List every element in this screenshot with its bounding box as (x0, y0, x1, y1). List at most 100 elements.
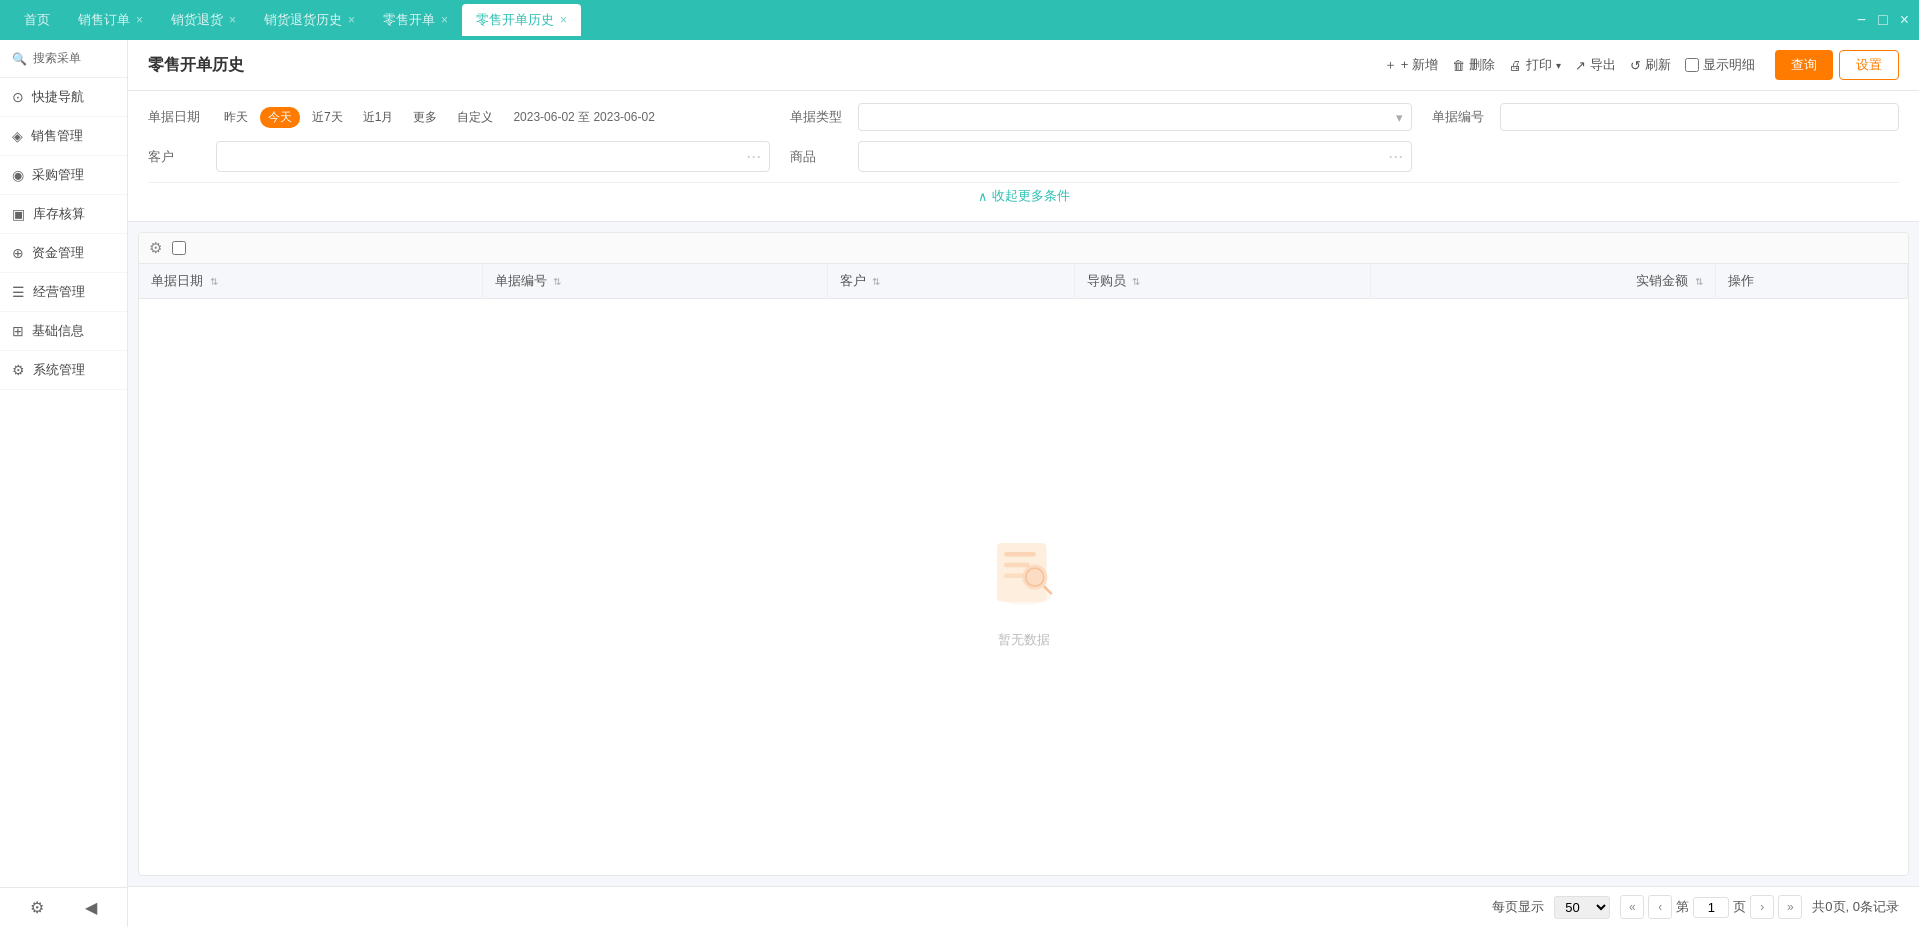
page-input[interactable]: 1 (1693, 897, 1729, 918)
date-opt-today[interactable]: 今天 (260, 107, 300, 128)
add-icon: ＋ (1384, 56, 1397, 74)
col-customer: 客户 ⇅ (827, 264, 1074, 299)
add-button[interactable]: ＋ + 新增 (1384, 56, 1438, 74)
sidebar-item-finance-label: 资金管理 (32, 244, 84, 262)
svg-rect-2 (1004, 552, 1035, 557)
inventory-icon: ▣ (12, 206, 25, 222)
tab-sales-return[interactable]: 销货退货 × (157, 4, 250, 36)
tab-sales-order-label: 销售订单 (78, 11, 130, 29)
window-max-btn[interactable]: □ (1878, 11, 1888, 29)
sidebar-settings-btn[interactable]: ⚙ (30, 898, 44, 917)
sidebar-item-operations[interactable]: ☰ 经营管理 (0, 273, 127, 312)
bill-type-filter-group: 单据类型 ▾ (790, 103, 1412, 131)
tab-retail-history-label: 零售开单历史 (476, 11, 554, 29)
sidebar-collapse-btn[interactable]: ◀ (85, 898, 97, 917)
tab-sales-return-history[interactable]: 销货退货历史 × (250, 4, 369, 36)
export-icon: ↗ (1575, 58, 1586, 73)
sidebar-item-finance[interactable]: ⊕ 资金管理 (0, 234, 127, 273)
tab-retail-history[interactable]: 零售开单历史 × (462, 4, 581, 36)
purchase-mgmt-icon: ◉ (12, 167, 24, 183)
first-page-btn[interactable]: « (1620, 895, 1644, 919)
tab-retail-open-label: 零售开单 (383, 11, 435, 29)
sidebar-item-purchase-mgmt[interactable]: ◉ 采购管理 (0, 156, 127, 195)
refresh-icon: ↺ (1630, 58, 1641, 73)
customer-select[interactable]: ··· (216, 141, 770, 172)
sidebar-search[interactable]: 🔍 搜索采单 (0, 40, 127, 78)
window-close-btn[interactable]: × (1900, 11, 1909, 29)
sidebar-item-inventory[interactable]: ▣ 库存核算 (0, 195, 127, 234)
date-range-display: 2023-06-02 至 2023-06-02 (513, 109, 654, 126)
select-all-checkbox[interactable] (172, 241, 186, 255)
col-amount: 实销金额 ⇅ (1370, 264, 1715, 299)
data-table: 单据日期 ⇅ 单据编号 ⇅ 客户 ⇅ 导购员 ⇅ (139, 264, 1908, 299)
sidebar: 🔍 搜索采单 ⊙ 快捷导航 ◈ 销售管理 ◉ 采购管理 ▣ 库存核算 ⊕ 资金管… (0, 40, 128, 927)
sidebar-item-system-mgmt-label: 系统管理 (33, 361, 85, 379)
date-opt-yesterday[interactable]: 昨天 (216, 107, 256, 128)
tab-retail-history-close[interactable]: × (560, 13, 567, 27)
export-button[interactable]: ↗ 导出 (1575, 56, 1616, 74)
empty-state: 暂无数据 (139, 299, 1908, 875)
query-actions: 查询 设置 (1775, 50, 1899, 80)
page-actions: ＋ + 新增 🗑 删除 🖨 打印 ▾ ↗ 导出 (1384, 56, 1755, 74)
show-detail-label: 显示明细 (1703, 56, 1755, 74)
collapse-toggle[interactable]: ∧ 收起更多条件 (148, 182, 1899, 209)
basic-info-icon: ⊞ (12, 323, 24, 339)
date-opt-7days[interactable]: 近7天 (304, 107, 351, 128)
customer-filter-group: 客户 ··· (148, 141, 770, 172)
sidebar-item-basic-info[interactable]: ⊞ 基础信息 (0, 312, 127, 351)
sidebar-item-basic-info-label: 基础信息 (32, 322, 84, 340)
date-opt-more[interactable]: 更多 (405, 107, 445, 128)
delete-icon: 🗑 (1452, 58, 1465, 73)
filter-panel: 单据日期 昨天 今天 近7天 近1月 更多 自定义 2023-06-02 至 2… (128, 91, 1919, 222)
content-area: 零售开单历史 ＋ + 新增 🗑 删除 🖨 打印 ▾ (128, 40, 1919, 927)
refresh-label: 刷新 (1645, 56, 1671, 74)
tab-sales-order[interactable]: 销售订单 × (64, 4, 157, 36)
tab-home-label: 首页 (24, 11, 50, 29)
show-detail-checkbox[interactable] (1685, 58, 1699, 72)
col-number-label: 单据编号 (495, 273, 547, 288)
bill-type-label: 单据类型 (790, 108, 850, 126)
delete-button[interactable]: 🗑 删除 (1452, 56, 1495, 74)
tab-sales-order-close[interactable]: × (136, 13, 143, 27)
export-label: 导出 (1590, 56, 1616, 74)
col-action: 操作 (1715, 264, 1907, 299)
goods-select[interactable]: ··· (858, 141, 1412, 172)
tab-home[interactable]: 首页 (10, 4, 64, 36)
refresh-button[interactable]: ↺ 刷新 (1630, 56, 1671, 74)
sidebar-item-sales-mgmt[interactable]: ◈ 销售管理 (0, 117, 127, 156)
sidebar-item-system-mgmt[interactable]: ⚙ 系统管理 (0, 351, 127, 390)
col-customer-sort-icon[interactable]: ⇅ (872, 276, 880, 287)
query-button[interactable]: 查询 (1775, 50, 1833, 80)
tab-sales-return-close[interactable]: × (229, 13, 236, 27)
bill-type-select[interactable]: ▾ (858, 103, 1412, 131)
col-number-sort-icon[interactable]: ⇅ (553, 276, 561, 287)
col-number: 单据编号 ⇅ (482, 264, 827, 299)
sales-mgmt-icon: ◈ (12, 128, 23, 144)
tab-retail-open-close[interactable]: × (441, 13, 448, 27)
settings-button[interactable]: 设置 (1839, 50, 1899, 80)
window-min-btn[interactable]: − (1857, 11, 1866, 29)
tab-retail-open[interactable]: 零售开单 × (369, 4, 462, 36)
tab-sales-return-history-close[interactable]: × (348, 13, 355, 27)
show-detail-toggle[interactable]: 显示明细 (1685, 56, 1755, 74)
print-button[interactable]: 🖨 打印 ▾ (1509, 56, 1561, 74)
customer-dots: ··· (746, 146, 761, 167)
col-date: 单据日期 ⇅ (139, 264, 482, 299)
sidebar-item-purchase-mgmt-label: 采购管理 (32, 166, 84, 184)
goods-filter-group: 商品 ··· (790, 141, 1412, 172)
col-customer-label: 客户 (840, 273, 866, 288)
per-page-select[interactable]: 50 10 20 100 (1554, 896, 1610, 919)
empty-icon (979, 525, 1069, 615)
col-guide-sort-icon[interactable]: ⇅ (1132, 276, 1140, 287)
sidebar-item-quick-nav[interactable]: ⊙ 快捷导航 (0, 78, 127, 117)
col-date-sort-icon[interactable]: ⇅ (210, 276, 218, 287)
date-opt-custom[interactable]: 自定义 (449, 107, 501, 128)
date-opt-1month[interactable]: 近1月 (355, 107, 402, 128)
last-page-btn[interactable]: » (1778, 895, 1802, 919)
table-settings-btn[interactable]: ⚙ (149, 239, 162, 257)
col-amount-sort-icon[interactable]: ⇅ (1695, 276, 1703, 287)
next-page-btn[interactable]: › (1750, 895, 1774, 919)
bill-number-input[interactable] (1500, 103, 1899, 131)
prev-page-btn[interactable]: ‹ (1648, 895, 1672, 919)
date-options: 昨天 今天 近7天 近1月 更多 自定义 (216, 107, 501, 128)
